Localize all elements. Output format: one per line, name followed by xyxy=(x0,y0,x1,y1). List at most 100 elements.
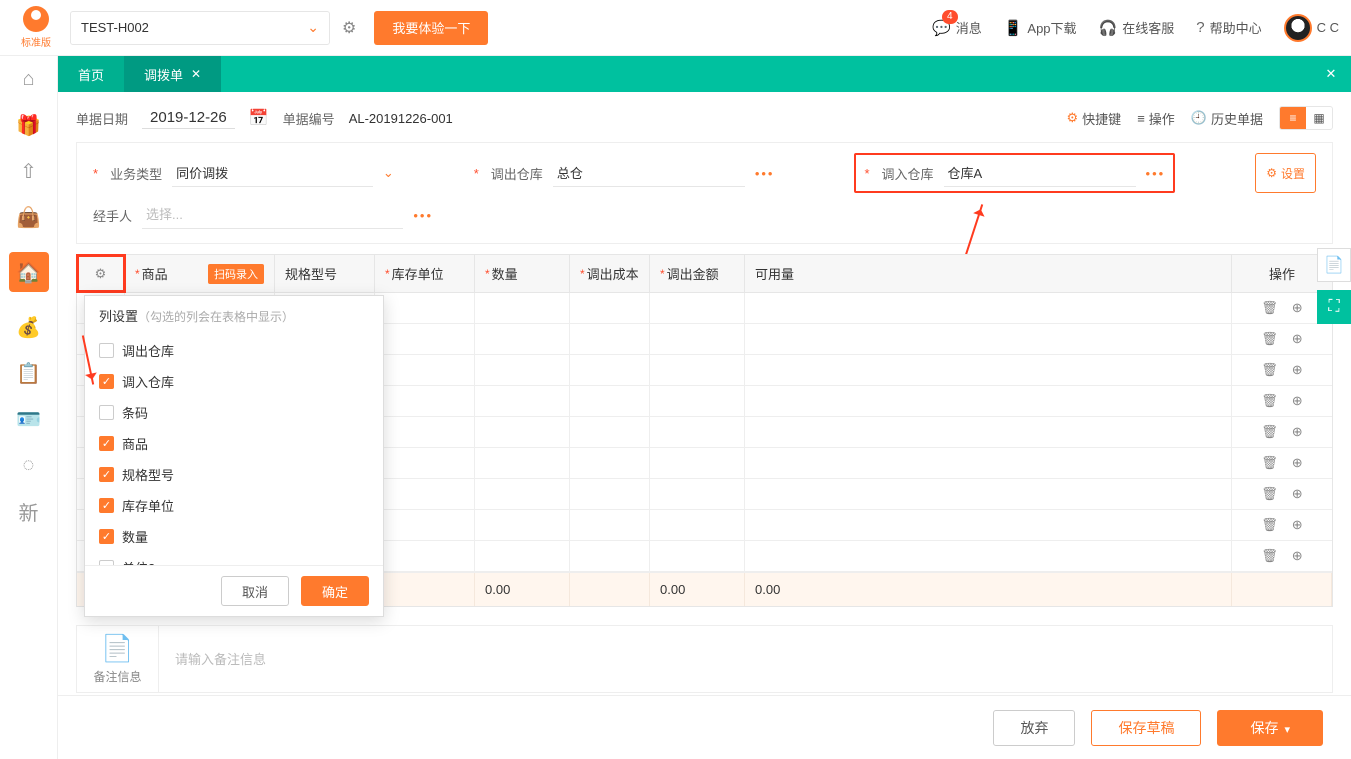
checkbox[interactable] xyxy=(99,405,114,420)
chevron-down-icon: ⌄ xyxy=(307,19,319,36)
add-row-icon[interactable]: ⊕ xyxy=(1292,362,1303,378)
add-row-icon[interactable]: ⊕ xyxy=(1292,424,1303,440)
date-value[interactable]: 2019-12-26 xyxy=(142,107,235,129)
download-link[interactable]: 📱 App下载 xyxy=(1004,18,1077,37)
view-grid-icon[interactable]: ▦ xyxy=(1306,107,1332,129)
save-button[interactable]: 保存▾ xyxy=(1217,710,1323,746)
calendar-icon[interactable]: 📅 xyxy=(249,108,269,128)
tab-close-icon[interactable]: ✕ xyxy=(191,67,201,81)
checkbox[interactable] xyxy=(99,529,114,544)
tab-home-label: 首页 xyxy=(78,65,104,84)
settings-icon[interactable]: ⚙ xyxy=(342,18,356,38)
nav-dots-icon[interactable]: ◌ xyxy=(18,454,40,476)
discard-button[interactable]: 放弃 xyxy=(993,710,1075,746)
float-expand-icon[interactable]: ⛶ xyxy=(1317,290,1351,324)
nav-warehouse-icon[interactable]: 🏠 xyxy=(9,252,49,292)
more-icon[interactable]: ••• xyxy=(755,166,775,181)
history-link[interactable]: 🕘历史单据 xyxy=(1191,109,1263,128)
notes-input[interactable] xyxy=(159,652,1332,667)
delete-row-icon[interactable]: 🗑 xyxy=(1261,424,1278,440)
ops-link[interactable]: ≡操作 xyxy=(1137,109,1175,128)
colset-item[interactable]: 调入仓库 xyxy=(99,366,369,397)
org-selector[interactable]: TEST-H002 ⌄ xyxy=(70,11,330,45)
checkbox[interactable] xyxy=(99,343,114,358)
delete-row-icon[interactable]: 🗑 xyxy=(1261,393,1278,409)
nav-gift-icon[interactable]: 🎁 xyxy=(18,114,40,136)
add-row-icon[interactable]: ⊕ xyxy=(1292,548,1303,564)
col-unit: *库存单位 xyxy=(375,255,475,292)
biz-type-input[interactable] xyxy=(172,159,373,187)
trial-button[interactable]: 我要体验一下 xyxy=(374,11,488,45)
handler-label: 经手人 xyxy=(93,206,132,225)
delete-row-icon[interactable]: 🗑 xyxy=(1261,455,1278,471)
nav-up-icon[interactable]: ⇧ xyxy=(18,160,40,182)
scan-entry-badge[interactable]: 扫码录入 xyxy=(208,264,264,284)
gear-icon: ⚙ xyxy=(1266,166,1277,180)
checkbox[interactable] xyxy=(99,560,114,565)
more-icon[interactable]: ••• xyxy=(1146,166,1166,181)
service-link[interactable]: 🎧 在线客服 xyxy=(1099,18,1175,37)
user-menu[interactable]: C C xyxy=(1284,14,1339,42)
delete-row-icon[interactable]: 🗑 xyxy=(1261,486,1278,502)
nav-card-icon[interactable]: 🪪 xyxy=(18,408,40,430)
colset-item[interactable]: 库存单位 xyxy=(99,490,369,521)
delete-row-icon[interactable]: 🗑 xyxy=(1261,517,1278,533)
more-icon[interactable]: ••• xyxy=(413,208,433,223)
messages-link[interactable]: 💬 消息 4 xyxy=(932,18,982,37)
colset-list[interactable]: 调出仓库调入仓库条码商品规格型号库存单位数量单位2 xyxy=(85,335,383,565)
col-spec: 规格型号 xyxy=(275,255,375,292)
out-wh-label: 调出仓库 xyxy=(491,164,543,183)
colset-title: 列设置（勾选的列会在表格中显示） xyxy=(85,296,383,335)
colset-item[interactable]: 条码 xyxy=(99,397,369,428)
close-all-tabs[interactable]: ✕ xyxy=(1311,56,1351,92)
delete-row-icon[interactable]: 🗑 xyxy=(1261,331,1278,347)
delete-row-icon[interactable]: 🗑 xyxy=(1261,548,1278,564)
nav-clipboard-icon[interactable]: 📋 xyxy=(18,362,40,384)
colset-item[interactable]: 单位2 xyxy=(99,552,369,565)
required-mark: * xyxy=(864,166,869,181)
handler-input[interactable] xyxy=(142,201,403,229)
colset-item[interactable]: 调出仓库 xyxy=(99,335,369,366)
field-settings-button[interactable]: ⚙设置 xyxy=(1255,153,1316,193)
colset-cancel-button[interactable]: 取消 xyxy=(221,576,289,606)
tab-home[interactable]: 首页 xyxy=(58,56,124,92)
checkbox[interactable] xyxy=(99,436,114,451)
colset-item[interactable]: 商品 xyxy=(99,428,369,459)
add-row-icon[interactable]: ⊕ xyxy=(1292,455,1303,471)
user-name: C C xyxy=(1317,20,1339,35)
nav-bag-icon[interactable]: 👜 xyxy=(18,206,40,228)
date-label: 单据日期 xyxy=(76,109,128,128)
checkbox[interactable] xyxy=(99,467,114,482)
messages-label: 消息 xyxy=(956,18,982,37)
checkbox[interactable] xyxy=(99,374,114,389)
out-wh-input[interactable] xyxy=(553,159,745,187)
save-draft-button[interactable]: 保存草稿 xyxy=(1091,710,1201,746)
colset-confirm-button[interactable]: 确定 xyxy=(301,576,369,606)
tab-transfer[interactable]: 调拨单 ✕ xyxy=(124,56,221,92)
required-mark: * xyxy=(93,166,98,181)
float-doc-icon[interactable]: 📄 xyxy=(1317,248,1351,282)
colset-item[interactable]: 规格型号 xyxy=(99,459,369,490)
view-list-icon[interactable]: ≡ xyxy=(1280,107,1306,129)
nav-home-icon[interactable]: ⌂ xyxy=(18,68,40,90)
help-link[interactable]: ? 帮助中心 xyxy=(1196,18,1261,37)
checkbox[interactable] xyxy=(99,498,114,513)
colset-item-label: 调入仓库 xyxy=(122,372,174,391)
doc-no-value: AL-20191226-001 xyxy=(349,111,453,126)
line-table: ⚙ *商品扫码录入 规格型号 *库存单位 *数量 *调出成本 *调出金额 可用量… xyxy=(76,254,1333,607)
add-row-icon[interactable]: ⊕ xyxy=(1292,517,1303,533)
add-row-icon[interactable]: ⊕ xyxy=(1292,331,1303,347)
colset-item[interactable]: 数量 xyxy=(99,521,369,552)
add-row-icon[interactable]: ⊕ xyxy=(1292,486,1303,502)
in-wh-input[interactable] xyxy=(944,159,1136,187)
left-nav: ⌂ 🎁 ⇧ 👜 🏠 💰 📋 🪪 ◌ 新 xyxy=(0,56,58,759)
nav-new-icon[interactable]: 新 xyxy=(18,500,40,522)
shortcut-link[interactable]: ⚙快捷键 xyxy=(1067,109,1122,128)
delete-row-icon[interactable]: 🗑 xyxy=(1261,362,1278,378)
col-settings-button[interactable]: ⚙ xyxy=(77,255,125,292)
add-row-icon[interactable]: ⊕ xyxy=(1292,393,1303,409)
chevron-down-icon[interactable]: ⌄ xyxy=(383,165,394,181)
add-row-icon[interactable]: ⊕ xyxy=(1292,300,1303,316)
delete-row-icon[interactable]: 🗑 xyxy=(1261,300,1278,316)
nav-money-icon[interactable]: 💰 xyxy=(18,316,40,338)
